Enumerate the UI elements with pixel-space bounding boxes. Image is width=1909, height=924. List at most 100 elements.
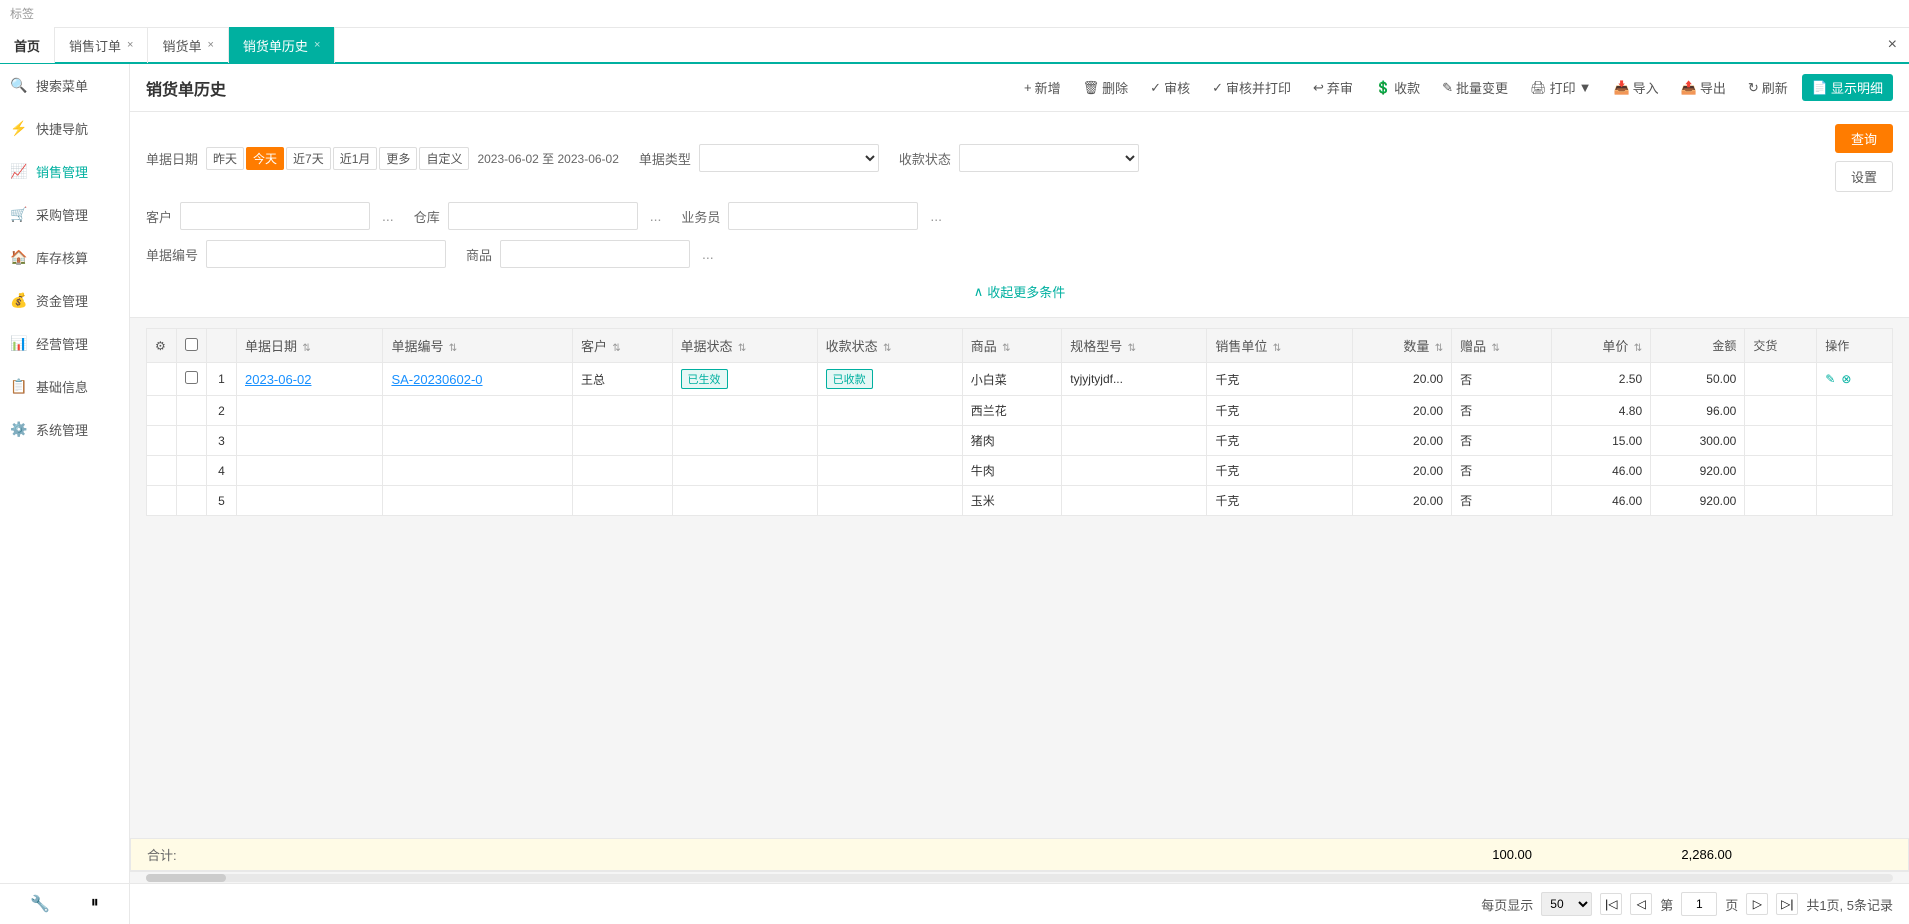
tab-sales-goods[interactable]: 销货单 × bbox=[148, 27, 228, 63]
collapse-button[interactable]: ∧ 收起更多条件 bbox=[146, 278, 1893, 305]
page-title: 销货单历史 bbox=[146, 76, 226, 100]
scroll-thumb[interactable] bbox=[146, 874, 226, 882]
settings-button[interactable]: 设置 bbox=[1835, 161, 1893, 192]
th-doc-date[interactable]: 单据日期 ⇅ bbox=[237, 329, 383, 363]
th-unit[interactable]: 销售单位 ⇅ bbox=[1207, 329, 1352, 363]
salesperson-dots[interactable]: ... bbox=[930, 208, 942, 224]
prev-page-button[interactable]: ◁ bbox=[1630, 893, 1652, 915]
new-button[interactable]: + 新增 bbox=[1016, 74, 1069, 101]
date-btn-today[interactable]: 今天 bbox=[246, 147, 284, 170]
sidebar-settings-icon[interactable]: 🔧 bbox=[30, 894, 50, 914]
sidebar-item-quick-nav[interactable]: ⚡ 快捷导航 bbox=[0, 107, 129, 150]
sidebar-bottom: 🔧 ⏸ bbox=[0, 883, 129, 924]
row-payment-status bbox=[817, 396, 962, 426]
page-number-input[interactable] bbox=[1681, 892, 1717, 916]
row-transaction bbox=[1745, 456, 1817, 486]
sidebar-item-purchase-mgmt[interactable]: 🛒 采购管理 bbox=[0, 193, 129, 236]
row-amount: 920.00 bbox=[1651, 486, 1745, 516]
first-page-button[interactable]: |◁ bbox=[1600, 893, 1622, 915]
export-button[interactable]: 📤 导出 bbox=[1673, 74, 1734, 101]
collect-button[interactable]: 💲 收款 bbox=[1367, 74, 1428, 101]
row-gift: 否 bbox=[1452, 363, 1552, 396]
warehouse-dots[interactable]: ... bbox=[650, 208, 662, 224]
doc-no-link[interactable]: SA-20230602-0 bbox=[391, 372, 482, 387]
tab-sales-history-close[interactable]: × bbox=[314, 39, 320, 51]
th-gift[interactable]: 赠品 ⇅ bbox=[1452, 329, 1552, 363]
tab-sales-order-close[interactable]: × bbox=[127, 39, 133, 51]
row-checkbox[interactable] bbox=[185, 371, 198, 384]
select-all-checkbox[interactable] bbox=[185, 338, 198, 351]
main-layout: 🔍 搜索菜单 ⚡ 快捷导航 📈 销售管理 🛒 采购管理 🏠 库存核算 💰 资金管… bbox=[0, 64, 1909, 924]
row-goods: 西兰花 bbox=[962, 396, 1062, 426]
import-button[interactable]: 📥 导入 bbox=[1605, 74, 1666, 101]
sidebar-item-basic-info[interactable]: 📋 基础信息 bbox=[0, 365, 129, 408]
audit-button[interactable]: ✓ 审核 bbox=[1142, 74, 1198, 101]
show-detail-button[interactable]: 📄 显示明细 bbox=[1802, 74, 1893, 101]
next-page-button[interactable]: ▷ bbox=[1746, 893, 1768, 915]
goods-input[interactable] bbox=[500, 240, 690, 268]
date-btn-yesterday[interactable]: 昨天 bbox=[206, 147, 244, 170]
delete-action-button[interactable]: ⊗ bbox=[1841, 372, 1851, 386]
sidebar-item-system-mgmt[interactable]: ⚙️ 系统管理 bbox=[0, 408, 129, 451]
doc-date-link[interactable]: 2023-06-02 bbox=[245, 372, 312, 387]
th-goods[interactable]: 商品 ⇅ bbox=[962, 329, 1062, 363]
th-settings[interactable]: ⚙ bbox=[147, 329, 177, 363]
warehouse-input[interactable] bbox=[448, 202, 638, 230]
customer-input[interactable] bbox=[180, 202, 370, 230]
last-page-button[interactable]: ▷| bbox=[1776, 893, 1798, 915]
row-goods: 玉米 bbox=[962, 486, 1062, 516]
sidebar-item-finance[interactable]: 💰 资金管理 bbox=[0, 279, 129, 322]
doc-no-sort-icon: ⇅ bbox=[449, 343, 457, 354]
th-doc-no[interactable]: 单据编号 ⇅ bbox=[383, 329, 573, 363]
sidebar-item-search-menu[interactable]: 🔍 搜索菜单 bbox=[0, 64, 129, 107]
th-unit-price[interactable]: 单价 ⇅ bbox=[1551, 329, 1651, 363]
scroll-bar[interactable] bbox=[130, 871, 1909, 883]
tab-sales-goods-close[interactable]: × bbox=[207, 39, 213, 51]
date-btn-more[interactable]: 更多 bbox=[379, 147, 417, 170]
sidebar-pause-icon[interactable]: ⏸ bbox=[91, 894, 99, 914]
edit-action-button[interactable]: ✎ bbox=[1825, 372, 1835, 386]
print-button[interactable]: 🖨 打印 ▼ bbox=[1522, 74, 1599, 101]
row-doc-date bbox=[237, 396, 383, 426]
summary-label: 合计: bbox=[147, 845, 207, 864]
th-payment-status[interactable]: 收款状态 ⇅ bbox=[817, 329, 962, 363]
row-num: 2 bbox=[207, 396, 237, 426]
date-btn-last1month[interactable]: 近1月 bbox=[333, 147, 378, 170]
scroll-track bbox=[146, 874, 1893, 882]
delete-button[interactable]: 🗑 删除 bbox=[1075, 74, 1137, 101]
filter-area: 单据日期 昨天 今天 近7天 近1月 更多 自定义 2023-06-02 至 2… bbox=[130, 112, 1909, 318]
doc-no-input[interactable] bbox=[206, 240, 446, 268]
date-btn-last7days[interactable]: 近7天 bbox=[286, 147, 331, 170]
abandon-button[interactable]: ↩ 弃审 bbox=[1305, 74, 1361, 101]
row-transaction bbox=[1745, 396, 1817, 426]
window-close-btn[interactable]: × bbox=[1876, 36, 1909, 54]
audit-print-button[interactable]: ✓ 审核并打印 bbox=[1204, 74, 1299, 101]
tab-home[interactable]: 首页 bbox=[0, 27, 55, 63]
row-num: 5 bbox=[207, 486, 237, 516]
sidebar-item-inventory[interactable]: 🏠 库存核算 bbox=[0, 236, 129, 279]
tab-sales-order[interactable]: 销售订单 × bbox=[55, 27, 148, 63]
payment-status-select[interactable] bbox=[959, 144, 1139, 172]
inventory-icon: 🏠 bbox=[10, 249, 28, 267]
th-qty[interactable]: 数量 ⇅ bbox=[1352, 329, 1452, 363]
operations-icon: 📊 bbox=[10, 335, 28, 353]
doc-type-select[interactable] bbox=[699, 144, 879, 172]
goods-dots[interactable]: ... bbox=[702, 246, 714, 262]
row-settings bbox=[147, 486, 177, 516]
refresh-button[interactable]: ↻ 刷新 bbox=[1740, 74, 1796, 101]
row-goods: 小白菜 bbox=[962, 363, 1062, 396]
sidebar-item-operations[interactable]: 📊 经营管理 bbox=[0, 322, 129, 365]
table-header: ⚙ 单据日期 ⇅ 单据编号 ⇅ bbox=[147, 329, 1893, 363]
th-customer[interactable]: 客户 ⇅ bbox=[572, 329, 672, 363]
customer-dots[interactable]: ... bbox=[382, 208, 394, 224]
th-doc-status[interactable]: 单据状态 ⇅ bbox=[672, 329, 817, 363]
date-btn-custom[interactable]: 自定义 bbox=[419, 147, 469, 170]
page-size-select[interactable]: 50 10 20 100 bbox=[1541, 892, 1592, 916]
row-spec: tyjyjtyjdf... bbox=[1062, 363, 1207, 396]
batch-change-button[interactable]: ✎ 批量变更 bbox=[1434, 74, 1516, 101]
th-spec[interactable]: 规格型号 ⇅ bbox=[1062, 329, 1207, 363]
salesperson-input[interactable] bbox=[728, 202, 918, 230]
tab-sales-history[interactable]: 销货单历史 × bbox=[229, 27, 335, 63]
sidebar-item-sales-mgmt[interactable]: 📈 销售管理 bbox=[0, 150, 129, 193]
query-button[interactable]: 查询 bbox=[1835, 124, 1893, 153]
